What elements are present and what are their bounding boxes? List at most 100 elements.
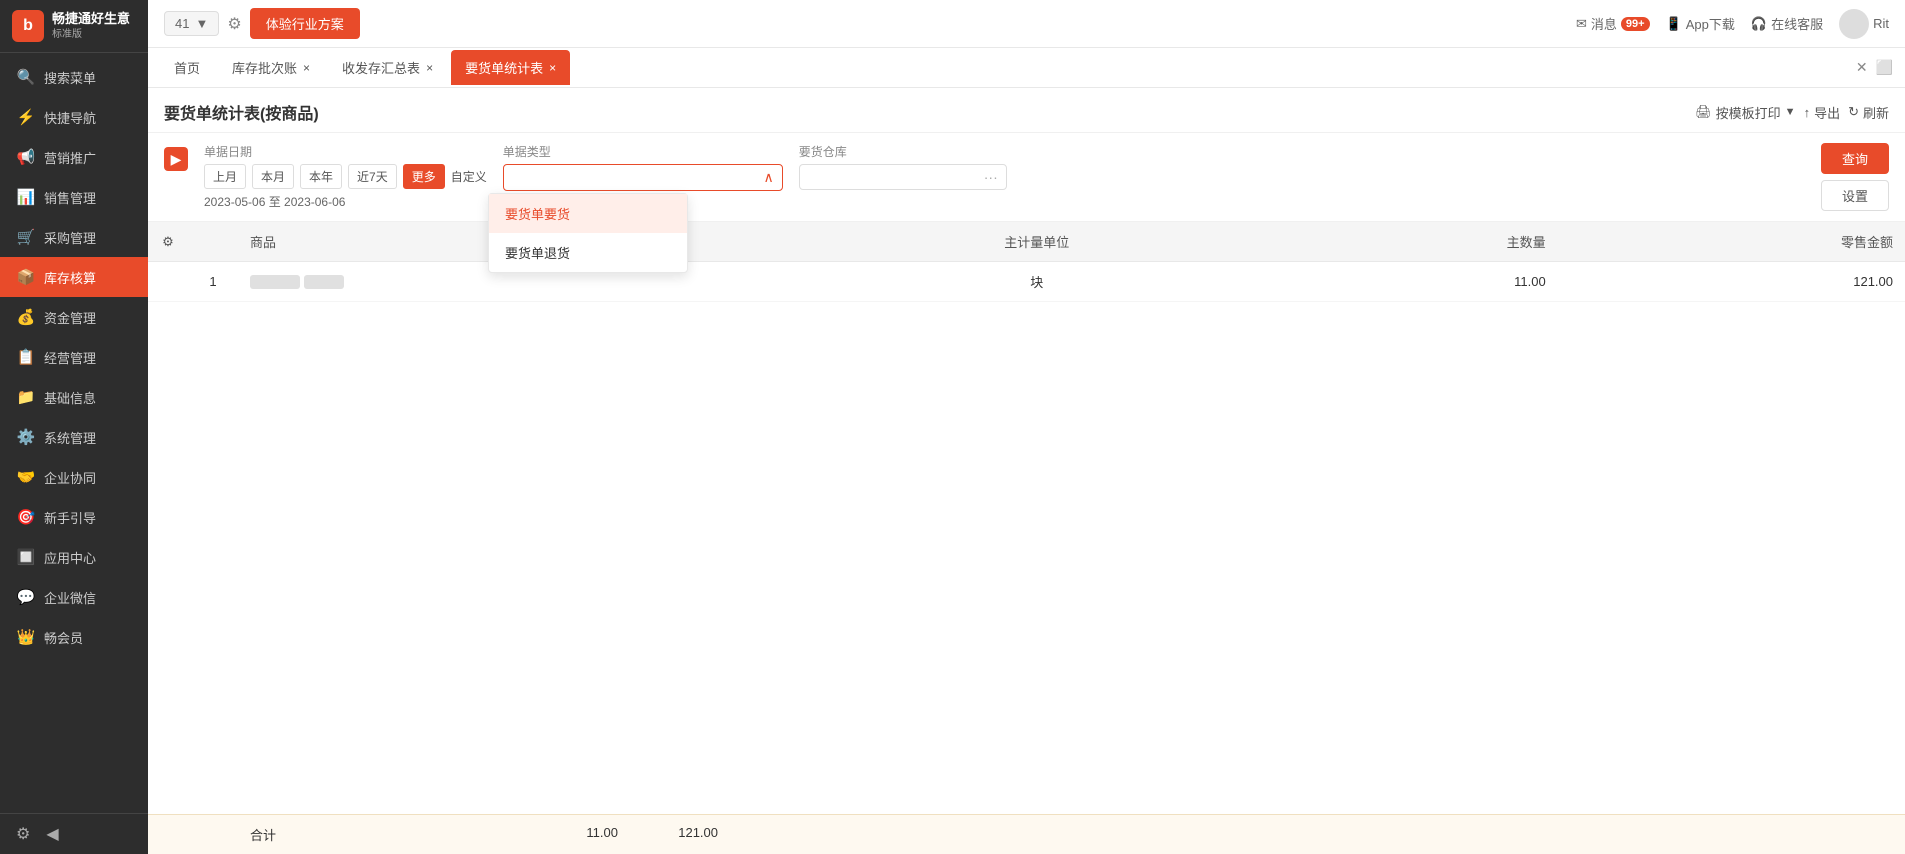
cart-icon: 🛒 [16, 227, 36, 247]
sidebar-item-beginner-guide[interactable]: 🎯 新手引导 [0, 497, 148, 537]
messages-btn[interactable]: ✉ 消息 99+ [1576, 14, 1650, 33]
sidebar-item-finance[interactable]: 💰 资金管理 [0, 297, 148, 337]
app-download-label: App下载 [1686, 14, 1735, 33]
td-quantity: 11.00 [1210, 262, 1557, 302]
sidebar-item-sales[interactable]: 📊 销售管理 [0, 177, 148, 217]
topbar-left: 41 ▼ ⚙ 体验行业方案 [164, 8, 360, 39]
filter-fields: 单据日期 上月 本月 本年 近7天 更多 自定义 2023-05-06 至 20… [204, 143, 1805, 210]
tab-home-label: 首页 [174, 58, 200, 77]
date-btn-last-7days[interactable]: 近7天 [348, 164, 397, 189]
user-avatar-btn[interactable]: Rit [1839, 9, 1889, 39]
logo-icon: b [12, 10, 44, 42]
promo-button[interactable]: 体验行业方案 [250, 8, 360, 39]
footer-unit-spacer [430, 825, 530, 844]
topbar-dropdown[interactable]: 41 ▼ [164, 11, 219, 36]
tab-requisition[interactable]: 要货单统计表 × [451, 50, 570, 85]
table-footer: 合计 11.00 121.00 [148, 814, 1905, 854]
print-chevron-icon: ▼ [1785, 106, 1796, 118]
tab-receivables-close[interactable]: × [426, 61, 433, 75]
query-button[interactable]: 查询 [1821, 143, 1889, 174]
warehouse-filter-input[interactable] [808, 170, 984, 185]
topbar: 41 ▼ ⚙ 体验行业方案 ✉ 消息 99+ 📱 App下载 🎧 在线客服 R [148, 0, 1905, 48]
td-amount: 121.00 [1558, 262, 1905, 302]
sidebar-item-inventory[interactable]: 📦 库存核算 [0, 257, 148, 297]
chat-icon: 💬 [16, 587, 36, 607]
table-header-row: ⚙ 商品 主计量单位 主数量 零售金额 [148, 222, 1905, 262]
sidebar-footer: ⚙ ◀ [0, 813, 148, 854]
sidebar-item-vip-member[interactable]: 👑 畅会员 [0, 617, 148, 657]
date-filter-field: 单据日期 上月 本月 本年 近7天 更多 自定义 2023-05-06 至 20… [204, 143, 487, 210]
export-btn[interactable]: ↑ 导出 [1804, 103, 1841, 122]
th-unit: 主计量单位 [863, 222, 1210, 262]
sidebar-item-search[interactable]: 🔍 搜索菜单 [0, 57, 148, 97]
type-dropdown-menu: 要货单要货 要货单退货 [488, 193, 688, 273]
th-settings[interactable]: ⚙ [148, 222, 188, 262]
sidebar-item-purchase[interactable]: 🛒 采购管理 [0, 217, 148, 257]
page-header: 要货单统计表(按商品) 🖨 按模板打印 ▼ ↑ 导出 ↻ 刷新 [148, 88, 1905, 133]
main-area: 41 ▼ ⚙ 体验行业方案 ✉ 消息 99+ 📱 App下载 🎧 在线客服 R [148, 0, 1905, 854]
filter-toggle-btn[interactable]: ▶ [164, 147, 188, 171]
sidebar-item-system[interactable]: ⚙️ 系统管理 [0, 417, 148, 457]
dropdown-item-requisition-return[interactable]: 要货单退货 [489, 233, 687, 272]
tab-inventory-batch[interactable]: 库存批次账 × [218, 50, 324, 85]
chart-icon: 📊 [16, 187, 36, 207]
download-icon: 📱 [1666, 16, 1682, 32]
sidebar-nav: 🔍 搜索菜单 ⚡ 快捷导航 📢 营销推广 📊 销售管理 🛒 采购管理 📦 库存核… [0, 53, 148, 813]
footer-label: 合计 [250, 825, 430, 844]
app-download-btn[interactable]: 📱 App下载 [1666, 14, 1735, 33]
tab-receivables[interactable]: 收发存汇总表 × [328, 50, 447, 85]
print-template-btn[interactable]: 🖨 按模板打印 ▼ [1695, 103, 1795, 122]
sidebar-item-marketing[interactable]: 📢 营销推广 [0, 137, 148, 177]
type-filter-input[interactable] [512, 170, 764, 185]
sidebar-settings-icon[interactable]: ⚙ [16, 824, 30, 844]
date-custom-label[interactable]: 自定义 [451, 168, 487, 185]
tab-home[interactable]: 首页 [160, 50, 214, 85]
sidebar-item-app-center[interactable]: 🔲 应用中心 [0, 537, 148, 577]
clipboard-icon: 📋 [16, 347, 36, 367]
date-filter-label: 单据日期 [204, 143, 487, 160]
warehouse-more-icon[interactable]: ··· [984, 169, 998, 185]
warehouse-filter-field: 要货仓库 ··· [799, 143, 1007, 190]
warehouse-filter-label: 要货仓库 [799, 143, 1007, 160]
search-icon: 🔍 [16, 67, 36, 87]
date-btn-more[interactable]: 更多 [403, 164, 445, 189]
settings-button[interactable]: 设置 [1821, 180, 1889, 211]
footer-empty [160, 825, 200, 844]
tab-inventory-batch-close[interactable]: × [303, 61, 310, 75]
gear-icon: ⚙️ [16, 427, 36, 447]
megaphone-icon: 📢 [16, 147, 36, 167]
box-icon: 📦 [16, 267, 36, 287]
sidebar-item-basic-info[interactable]: 📁 基础信息 [0, 377, 148, 417]
maximize-window-icon[interactable]: ⬜ [1876, 59, 1893, 76]
sidebar-item-enterprise-collab[interactable]: 🤝 企业协同 [0, 457, 148, 497]
td-unit: 块 [863, 262, 1210, 302]
close-window-icon[interactable]: ✕ [1856, 59, 1868, 76]
date-btn-this-year[interactable]: 本年 [300, 164, 342, 189]
online-service-btn[interactable]: 🎧 在线客服 [1751, 14, 1823, 33]
date-btn-this-month[interactable]: 本月 [252, 164, 294, 189]
print-icon: 🖨 [1695, 104, 1712, 120]
warehouse-input-wrap[interactable]: ··· [799, 164, 1007, 190]
folder-icon: 📁 [16, 387, 36, 407]
refresh-btn[interactable]: ↻ 刷新 [1848, 103, 1889, 122]
sidebar-item-quick-nav[interactable]: ⚡ 快捷导航 [0, 97, 148, 137]
sidebar-item-enterprise-wechat[interactable]: 💬 企业微信 [0, 577, 148, 617]
export-icon: ↑ [1804, 105, 1811, 120]
dropdown-item-requisition-order[interactable]: 要货单要货 [489, 194, 687, 233]
date-btn-last-month[interactable]: 上月 [204, 164, 246, 189]
topbar-gear-icon[interactable]: ⚙ [227, 14, 241, 34]
sidebar-collapse-btn[interactable]: ◀ [46, 824, 58, 844]
type-caret-icon[interactable]: ∧ [764, 169, 774, 186]
td-settings [148, 262, 188, 302]
page-title: 要货单统计表(按商品) [164, 100, 319, 124]
footer-empty2 [200, 825, 250, 844]
tab-requisition-close[interactable]: × [549, 61, 556, 75]
sidebar-item-business[interactable]: 📋 经营管理 [0, 337, 148, 377]
lightning-icon: ⚡ [16, 107, 36, 127]
footer-quantity: 11.00 [530, 825, 630, 844]
date-range-display: 2023-05-06 至 2023-06-06 [204, 193, 487, 210]
tab-requisition-label: 要货单统计表 [465, 58, 543, 77]
table-row: 1 块 11.00 121.00 [148, 262, 1905, 302]
type-input-wrap[interactable]: ∧ [503, 164, 783, 191]
td-row-num: 1 [188, 262, 238, 302]
